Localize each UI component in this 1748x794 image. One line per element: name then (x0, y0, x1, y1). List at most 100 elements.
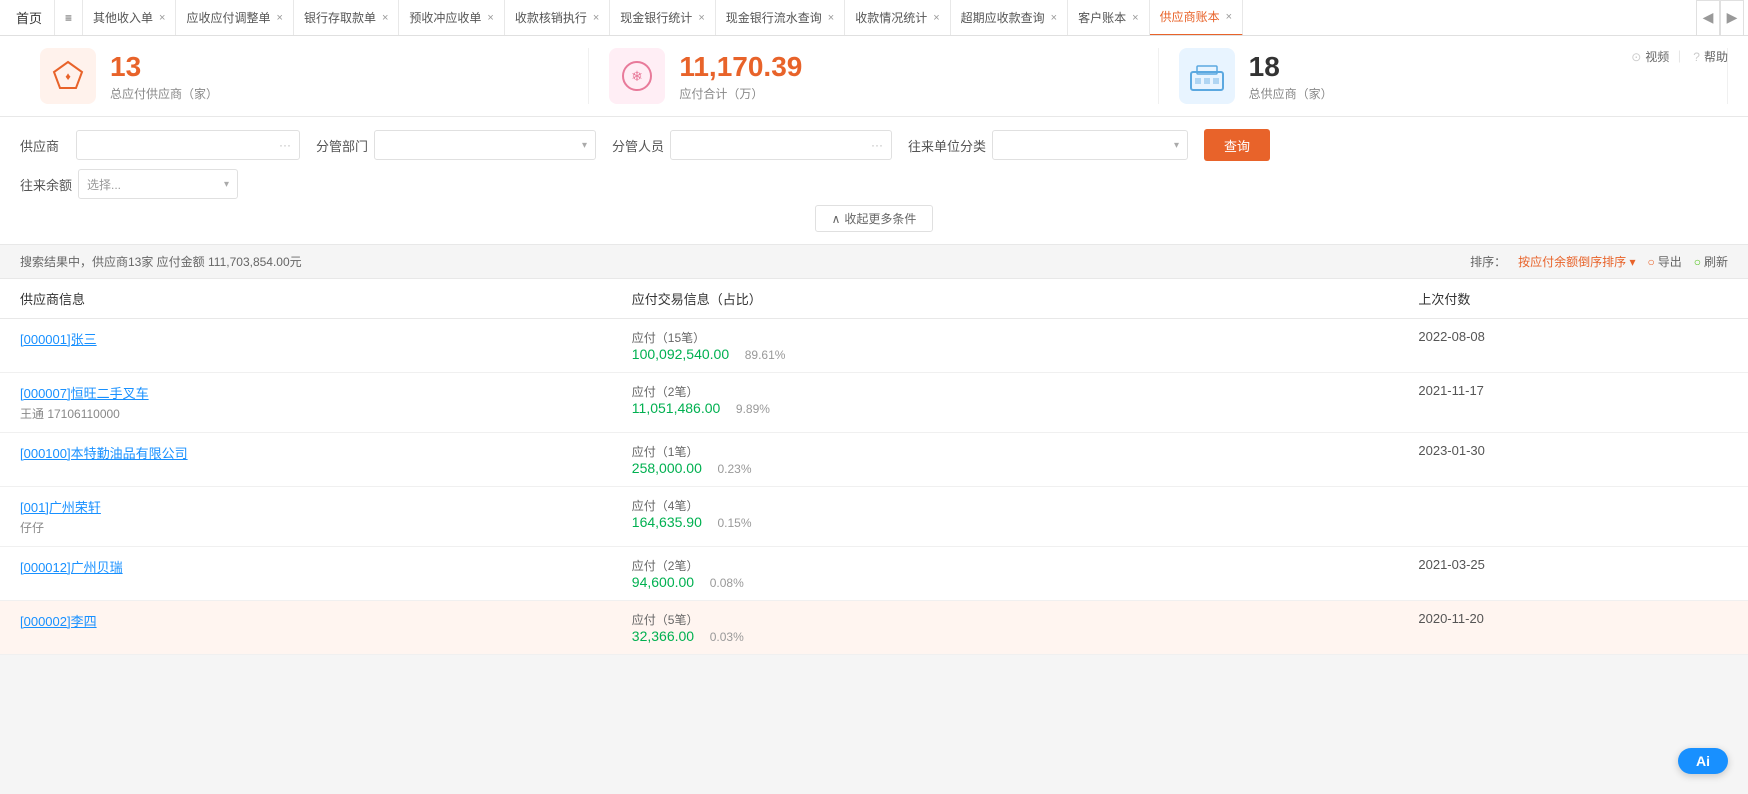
td-lastpay-4: 2021-03-25 (1398, 547, 1748, 601)
nav-tab-6[interactable]: 现金银行统计 × (610, 0, 715, 36)
refresh-circle-icon: ○ (1694, 255, 1701, 269)
person-input-wrapper[interactable]: ··· (670, 130, 892, 160)
nav-tab-8[interactable]: 收款情况统计 × (845, 0, 950, 36)
nav-tab-7[interactable]: 现金银行流水查询 × (716, 0, 845, 36)
nav-tab-label: 预收冲应收单 (409, 9, 481, 26)
supplier-dots-icon[interactable]: ··· (279, 138, 291, 152)
department-select[interactable]: ▾ (374, 130, 596, 160)
data-table-container: 供应商信息 应付交易信息（占比） 上次付数 [000001]张三 应付（15笔）… (0, 279, 1748, 655)
person-dots-icon[interactable]: ··· (871, 138, 883, 152)
nav-next-arrow[interactable]: ▶ (1720, 0, 1744, 36)
nav-tab-close-7[interactable]: × (828, 12, 834, 24)
nav-tab-label: 应收应付调整单 (186, 9, 270, 26)
summary-card-1: ♦ 13 总应付供应商（家） (20, 48, 589, 104)
td-supplier-4: [000012]广州贝瑞 (0, 547, 612, 601)
query-button[interactable]: 查询 (1204, 129, 1270, 161)
nav-prev-arrow[interactable]: ◀ (1696, 0, 1720, 36)
help-link[interactable]: 帮助 (1704, 48, 1728, 65)
supplier-input-wrapper[interactable]: ··· (76, 130, 300, 160)
nav-arrows: ◀ ▶ (1696, 0, 1744, 36)
svg-text:♦: ♦ (65, 71, 71, 83)
supplier-sub-3: 仔仔 (20, 519, 592, 536)
supplier-link-0[interactable]: [000001]张三 (20, 329, 592, 348)
sort-select[interactable]: 按应付余额倒序排序 ▾ (1518, 253, 1635, 270)
td-lastpay-0: 2022-08-08 (1398, 319, 1748, 373)
payable-pct-0: 89.61% (745, 348, 786, 362)
nav-home[interactable]: 首页 (4, 0, 55, 36)
td-payable-2: 应付（1笔） 258,000.00 0.23% (612, 433, 1311, 487)
nav-tab-2[interactable]: 应收应付调整单 × (176, 0, 293, 36)
nav-tab-close-8[interactable]: × (933, 12, 939, 24)
collapse-up-icon: ∧ (832, 212, 841, 226)
payable-amount-0[interactable]: 100,092,540.00 (632, 346, 729, 362)
supplier-input[interactable] (85, 138, 279, 152)
nav-tab-close-2[interactable]: × (277, 12, 283, 24)
nav-tab-0[interactable]: ≡ (55, 0, 83, 36)
nav-tab-close-11[interactable]: × (1226, 11, 1232, 23)
nav-tab-close-5[interactable]: × (593, 12, 599, 24)
nav-tab-close-4[interactable]: × (487, 12, 493, 24)
supplier-link-2[interactable]: [000100]本特勤油品有限公司 (20, 443, 592, 462)
nav-tab-label: ≡ (65, 11, 72, 25)
collapse-button[interactable]: ∧ 收起更多条件 (815, 205, 934, 232)
nav-tab-close-1[interactable]: × (159, 12, 165, 24)
nav-tab-3[interactable]: 银行存取款单 × (294, 0, 399, 36)
supplier-sub-1: 王通 17106110000 (20, 405, 592, 422)
nav-tab-label: 客户账本 (1078, 9, 1126, 26)
nav-tab-close-3[interactable]: × (382, 12, 388, 24)
supplier-link-4[interactable]: [000012]广州贝瑞 (20, 557, 592, 576)
nav-tab-9[interactable]: 超期应收款查询 × (951, 0, 1068, 36)
summary-label-2: 应付合计（万） (679, 85, 802, 102)
payable-amount-2[interactable]: 258,000.00 (632, 460, 702, 476)
refresh-button[interactable]: ○ 刷新 (1694, 253, 1728, 270)
payable-amount-5[interactable]: 32,366.00 (632, 628, 694, 644)
export-label: 导出 (1658, 253, 1682, 270)
td-payable-4: 应付（2笔） 94,600.00 0.08% (612, 547, 1311, 601)
payable-amount-1[interactable]: 11,051,486.00 (632, 400, 721, 416)
supplier-link-5[interactable]: [000002]李四 (20, 611, 592, 630)
td-pct-spacer-1 (1311, 373, 1398, 433)
nav-tab-5[interactable]: 收款核销执行 × (505, 0, 610, 36)
supplier-link-1[interactable]: [000007]恒旺二手叉车 (20, 383, 592, 402)
ai-badge[interactable]: Ai (1678, 748, 1728, 774)
table-row: [000002]李四 应付（5笔） 32,366.00 0.03% 2020-1… (0, 601, 1748, 655)
nav-tab-close-9[interactable]: × (1051, 12, 1057, 24)
result-bar: 搜索结果中，供应商13家 应付金额 111,703,854.00元 排序： 按应… (0, 245, 1748, 279)
filter-item-category: 往来单位分类 ▾ (908, 130, 1188, 160)
refresh-label: 刷新 (1704, 253, 1728, 270)
filter-item-person: 分管人员 ··· (612, 130, 892, 160)
nav-tab-close-10[interactable]: × (1132, 12, 1138, 24)
td-supplier-1: [000007]恒旺二手叉车 王通 17106110000 (0, 373, 612, 433)
payable-amount-3[interactable]: 164,635.90 (632, 514, 702, 530)
supplier-label: 供应商 (20, 136, 70, 155)
summary-icon-1: ♦ (40, 48, 96, 104)
nav-tab-10[interactable]: 客户账本 × (1068, 0, 1149, 36)
last-pay-date-1: 2021-11-17 (1418, 383, 1484, 398)
data-table: 供应商信息 应付交易信息（占比） 上次付数 [000001]张三 应付（15笔）… (0, 279, 1748, 655)
nav-tab-label: 供应商账本 (1160, 8, 1220, 25)
filter-item-supplier: 供应商 ··· (20, 130, 300, 160)
payable-amount-4[interactable]: 94,600.00 (632, 574, 694, 590)
table-body: [000001]张三 应付（15笔） 100,092,540.00 89.61%… (0, 319, 1748, 655)
payable-label-0: 应付（15笔） (632, 329, 1291, 346)
collapse-label: 收起更多条件 (844, 210, 916, 227)
export-button[interactable]: ○ 导出 (1647, 253, 1681, 270)
category-select[interactable]: ▾ (992, 130, 1188, 160)
supplier-link-3[interactable]: [001]广州荣轩 (20, 497, 592, 516)
nav-home-label: 首页 (16, 8, 42, 27)
balance-chevron-icon: ▾ (224, 179, 229, 190)
th-lastpay: 上次付数 (1398, 279, 1748, 319)
person-label: 分管人员 (612, 136, 664, 155)
balance-select[interactable]: 选择... ▾ (78, 169, 238, 199)
balance-select-text: 选择... (87, 176, 121, 193)
person-input[interactable] (679, 138, 871, 152)
nav-tab-11[interactable]: 供应商账本 × (1150, 0, 1243, 36)
summary-text-3: 18 总供应商（家） (1249, 50, 1333, 103)
nav-tab-close-6[interactable]: × (698, 12, 704, 24)
td-pct-spacer-2 (1311, 433, 1398, 487)
video-link[interactable]: 视频 (1645, 48, 1669, 65)
nav-tab-4[interactable]: 预收冲应收单 × (399, 0, 504, 36)
nav-tab-1[interactable]: 其他收入单 × (83, 0, 176, 36)
last-pay-date-2: 2023-01-30 (1418, 443, 1485, 458)
last-pay-date-4: 2021-03-25 (1418, 557, 1485, 572)
